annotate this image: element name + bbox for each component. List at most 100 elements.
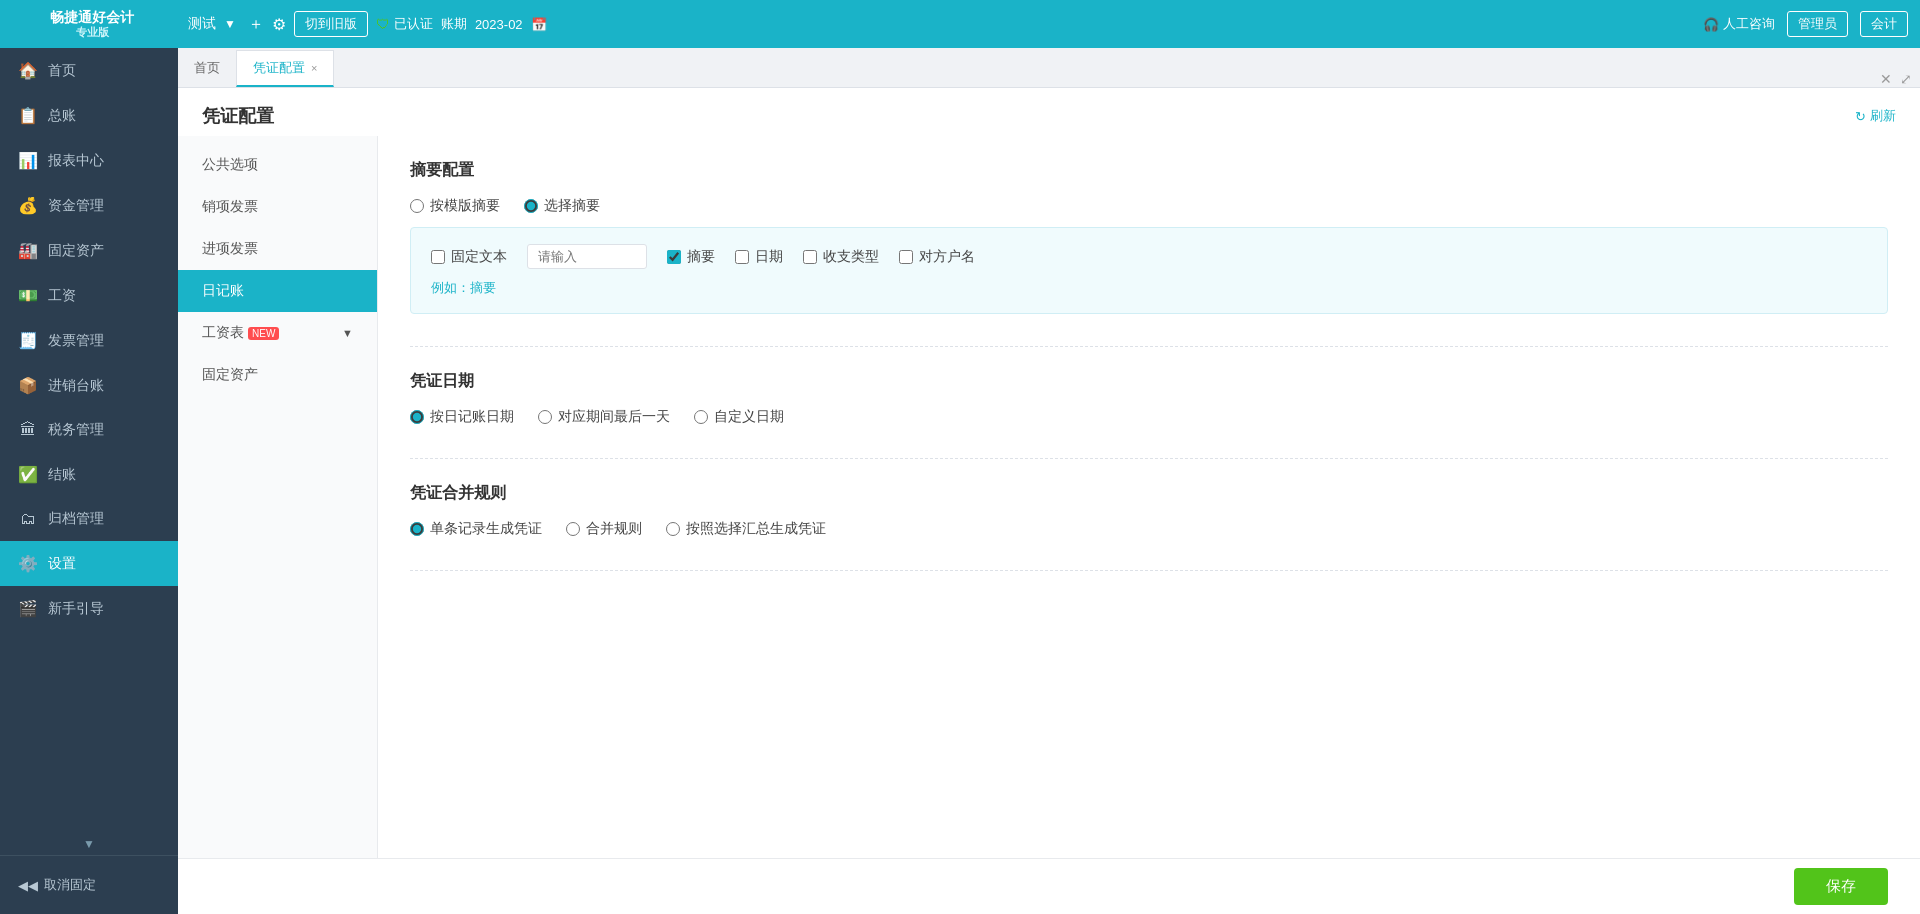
sidebar-item-工资[interactable]: 💵工资 (0, 273, 178, 318)
merge-single-radio[interactable] (410, 522, 424, 536)
left-menu-label-2: 进项发票 (202, 240, 258, 258)
sidebar-bottom: ◀◀ 取消固定 (0, 855, 178, 914)
sidebar-label-11: 设置 (48, 555, 76, 573)
summary-radio-select[interactable]: 选择摘要 (524, 197, 600, 215)
fixed-text-input[interactable] (527, 244, 647, 269)
sidebar-item-进销台账[interactable]: 📦进销台账 (0, 363, 178, 408)
left-menu-label-1: 销项发票 (202, 198, 258, 216)
close-tab-button[interactable]: ✕ (1880, 71, 1892, 87)
admin-button[interactable]: 管理员 (1787, 11, 1848, 37)
summary-template-label: 按模版摘要 (430, 197, 500, 215)
sidebar-item-税务管理[interactable]: 🏛税务管理 (0, 408, 178, 452)
refresh-label: 刷新 (1870, 107, 1896, 125)
left-menu-label-5: 固定资产 (202, 366, 258, 384)
left-menu-item-公共选项[interactable]: 公共选项 (178, 144, 377, 186)
date-custom-radio[interactable] (694, 410, 708, 424)
sidebar-label-10: 归档管理 (48, 510, 104, 528)
tab-voucher-config[interactable]: 凭证配置 × (236, 50, 334, 87)
date-period-radio[interactable] (538, 410, 552, 424)
new-badge-4: NEW (248, 327, 279, 340)
fixed-text-checkbox[interactable] (431, 250, 445, 264)
tab-close-button[interactable]: × (311, 62, 317, 74)
counterparty-checkbox[interactable] (899, 250, 913, 264)
merge-single-label: 单条记录生成凭证 (430, 520, 542, 538)
sidebar-item-固定资产[interactable]: 🏭固定资产 (0, 228, 178, 273)
date-checkbox[interactable] (735, 250, 749, 264)
date-label: 日期 (755, 248, 783, 266)
scroll-down-arrow[interactable]: ▼ (83, 837, 95, 851)
summary-checkbox[interactable] (667, 250, 681, 264)
pin-label: 取消固定 (44, 876, 96, 894)
right-panel: 摘要配置 按模版摘要 选择摘要 (378, 136, 1920, 858)
sidebar-label-0: 首页 (48, 62, 76, 80)
sidebar-item-资金管理[interactable]: 💰资金管理 (0, 183, 178, 228)
merge-radio-single[interactable]: 单条记录生成凭证 (410, 520, 542, 538)
calendar-icon[interactable]: 📅 (531, 17, 547, 32)
merge-merge-radio[interactable] (566, 522, 580, 536)
date-radio-period[interactable]: 对应期间最后一天 (538, 408, 670, 426)
date-radio-custom[interactable]: 自定义日期 (694, 408, 784, 426)
income-type-checkbox[interactable] (803, 250, 817, 264)
merge-radio-group: 单条记录生成凭证 合并规则 按照选择汇总生成凭证 (410, 520, 1888, 538)
left-menu-label-0: 公共选项 (202, 156, 258, 174)
merge-radio-merge[interactable]: 合并规则 (566, 520, 642, 538)
counterparty-checkbox-label[interactable]: 对方户名 (899, 248, 975, 266)
logo: 畅捷通好会计 专业版 (12, 9, 172, 39)
date-radio-daily[interactable]: 按日记账日期 (410, 408, 514, 426)
save-button[interactable]: 保存 (1794, 868, 1888, 905)
add-icon[interactable]: ＋ (248, 14, 264, 35)
sidebar-item-结账[interactable]: ✅结账 (0, 452, 178, 497)
tab-home[interactable]: 首页 (178, 51, 236, 87)
date-period-label: 对应期间最后一天 (558, 408, 670, 426)
sidebar-item-归档管理[interactable]: 🗂归档管理 (0, 497, 178, 541)
summary-radio-template[interactable]: 按模版摘要 (410, 197, 500, 215)
topbar-right: 🎧 人工咨询 管理员 会计 (1703, 11, 1908, 37)
gear-icon[interactable]: ⚙ (272, 15, 286, 34)
merge-select-radio[interactable] (666, 522, 680, 536)
sidebar-icon-11: ⚙️ (18, 554, 38, 573)
refresh-button[interactable]: ↻ 刷新 (1855, 107, 1896, 125)
tab-active-label: 凭证配置 (253, 59, 305, 77)
page-content: 凭证配置 ↻ 刷新 公共选项销项发票进项发票日记账工资表NEW▼固定资产 摘要配… (178, 88, 1920, 914)
sidebar-item-报表中心[interactable]: 📊报表中心 (0, 138, 178, 183)
bottom-bar: 保存 (178, 858, 1920, 914)
sidebar-item-首页[interactable]: 🏠首页 (0, 48, 178, 93)
sidebar-icon-7: 📦 (18, 376, 38, 395)
consult-label: 人工咨询 (1723, 15, 1775, 33)
date-checkbox-label[interactable]: 日期 (735, 248, 783, 266)
accountant-button[interactable]: 会计 (1860, 11, 1908, 37)
date-radio-group: 按日记账日期 对应期间最后一天 自定义日期 (410, 408, 1888, 426)
chevron-down-icon[interactable]: ▼ (224, 17, 236, 31)
logo-line1: 畅捷通好会计 (50, 9, 134, 26)
income-type-checkbox-label[interactable]: 收支类型 (803, 248, 879, 266)
switch-old-button[interactable]: 切到旧版 (294, 11, 368, 37)
left-menu-item-工资表[interactable]: 工资表NEW▼ (178, 312, 377, 354)
left-menu-item-日记账[interactable]: 日记账 (178, 270, 377, 312)
summary-template-radio[interactable] (410, 199, 424, 213)
period-value: 2023-02 (475, 17, 523, 32)
sidebar-item-新手引导[interactable]: 🎬新手引导 (0, 586, 178, 631)
fixed-text-checkbox-label[interactable]: 固定文本 (431, 248, 507, 266)
certified-badge: 🛡 已认证 (376, 15, 433, 33)
expand-tab-button[interactable]: ⤢ (1900, 71, 1912, 87)
sidebar-item-发票管理[interactable]: 🧾发票管理 (0, 318, 178, 363)
left-menu: 公共选项销项发票进项发票日记账工资表NEW▼ 固定资产 (178, 136, 378, 858)
logo-line2: 专业版 (76, 26, 109, 39)
pin-button[interactable]: ◀◀ 取消固定 (0, 866, 178, 904)
sidebar-label-12: 新手引导 (48, 600, 104, 618)
consult-button[interactable]: 🎧 人工咨询 (1703, 15, 1775, 33)
summary-config-box: 固定文本 摘要 日期 (410, 227, 1888, 314)
pin-icon: ◀◀ (18, 878, 38, 893)
summary-select-radio[interactable] (524, 199, 538, 213)
sidebar-item-设置[interactable]: ⚙️ 设置 (0, 541, 178, 586)
sidebar-item-总账[interactable]: 📋总账 (0, 93, 178, 138)
sidebar-icon-6: 🧾 (18, 331, 38, 350)
summary-checkbox-label[interactable]: 摘要 (667, 248, 715, 266)
merge-radio-select[interactable]: 按照选择汇总生成凭证 (666, 520, 826, 538)
divider-3 (410, 570, 1888, 571)
left-menu-item-固定资产[interactable]: 固定资产 (178, 354, 377, 396)
date-daily-radio[interactable] (410, 410, 424, 424)
date-custom-label: 自定义日期 (714, 408, 784, 426)
left-menu-item-进项发票[interactable]: 进项发票 (178, 228, 377, 270)
left-menu-item-销项发票[interactable]: 销项发票 (178, 186, 377, 228)
